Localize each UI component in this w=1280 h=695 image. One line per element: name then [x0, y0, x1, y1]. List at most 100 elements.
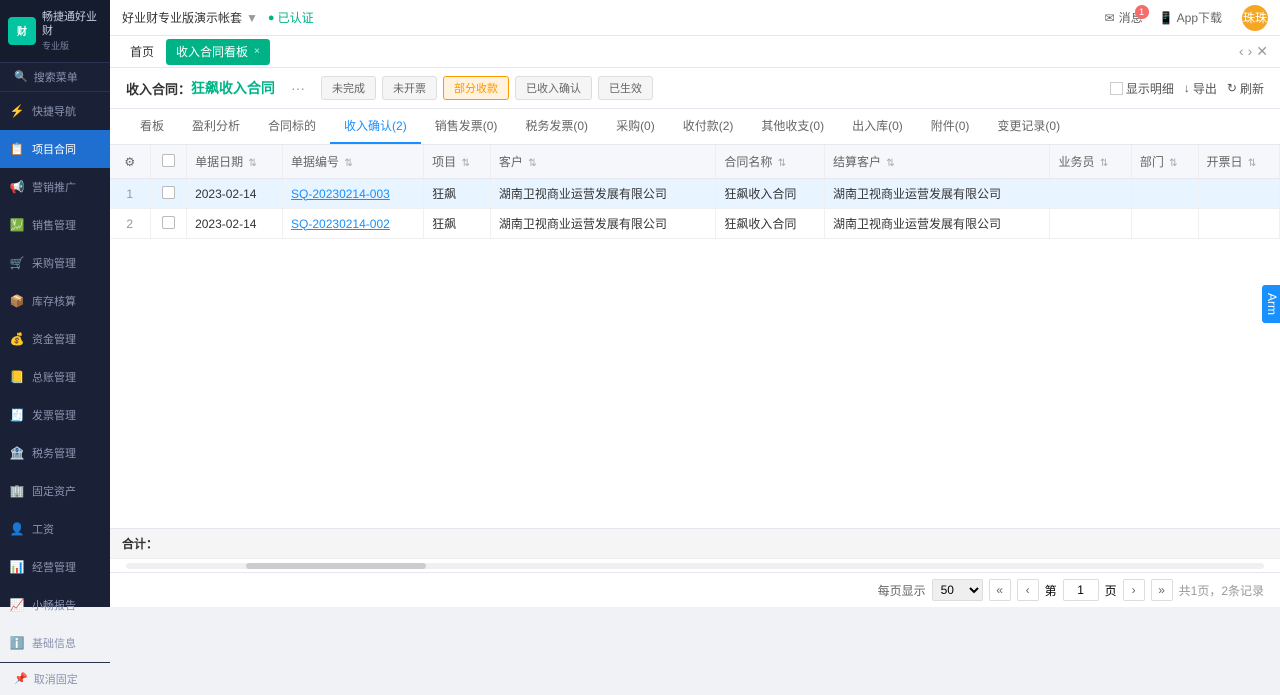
- tab-out-warehouse[interactable]: 出入库(0): [838, 109, 917, 144]
- status-not-invoiced[interactable]: 未开票: [382, 76, 437, 100]
- doc-number-link[interactable]: SQ-20230214-003: [291, 187, 390, 201]
- more-options-btn[interactable]: ···: [291, 80, 305, 96]
- current-page-input[interactable]: [1063, 579, 1099, 601]
- refresh-btn[interactable]: ↻ 刷新: [1227, 80, 1264, 97]
- doc-number-link[interactable]: SQ-20230214-002: [291, 217, 390, 231]
- search-menu[interactable]: 🔍 搜索菜单: [0, 63, 110, 92]
- scroll-thumb[interactable]: [246, 563, 426, 569]
- sidebar-item-label: 销售管理: [32, 217, 76, 233]
- project-col-header[interactable]: 项目 ⇅: [424, 145, 491, 179]
- department-col-header[interactable]: 部门 ⇅: [1131, 145, 1198, 179]
- tab-prev-btn[interactable]: ‹: [1239, 43, 1244, 60]
- tab-contract-standards[interactable]: 合同标的: [254, 109, 330, 144]
- checkbox-cell[interactable]: [150, 179, 187, 209]
- doc-number-cell[interactable]: SQ-20230214-003: [283, 179, 424, 209]
- company-selector[interactable]: 好业财专业版演示帐套 ▼: [122, 9, 258, 26]
- doc-date-col-header[interactable]: 单据日期 ⇅: [187, 145, 283, 179]
- sort-icon: ⇅: [344, 158, 352, 169]
- tab-other-receipt[interactable]: 其他收支(0): [747, 109, 838, 144]
- sidebar-item-basic-info[interactable]: ℹ️ 基础信息: [0, 624, 110, 662]
- cancel-pin-label: 取消固定: [34, 671, 78, 687]
- horizontal-scrollbar[interactable]: [110, 558, 1280, 572]
- tab-purchase[interactable]: 采购(0): [602, 109, 669, 144]
- sidebar-item-fixed-assets[interactable]: 🏢 固定资产: [0, 472, 110, 510]
- message-btn[interactable]: ✉ 1 消息: [1105, 9, 1143, 26]
- last-page-btn[interactable]: »: [1151, 579, 1173, 601]
- tab-income-confirm[interactable]: 收入确认(2): [330, 109, 421, 144]
- tab-nav-btns: ‹ › ✕: [1239, 43, 1268, 60]
- first-page-btn[interactable]: «: [989, 579, 1011, 601]
- doc-date2-cell: [1198, 209, 1279, 239]
- tab-tax-invoice[interactable]: 税务发票(0): [511, 109, 602, 144]
- sidebar-item-quick-nav[interactable]: ⚡ 快捷导航: [0, 92, 110, 130]
- table-row[interactable]: 2 2023-02-14 SQ-20230214-002 狂飙 湖南卫视商业运营…: [110, 209, 1280, 239]
- tab-next-btn[interactable]: ›: [1248, 43, 1253, 60]
- billing-customer-col-header[interactable]: 结算客户 ⇅: [824, 145, 1050, 179]
- status-effective[interactable]: 已生效: [598, 76, 653, 100]
- row-checkbox[interactable]: [162, 186, 175, 199]
- user-btn[interactable]: 珠珠: [1238, 5, 1268, 31]
- next-page-btn[interactable]: ›: [1123, 579, 1145, 601]
- tab-attachments[interactable]: 附件(0): [917, 109, 984, 144]
- per-page-select[interactable]: 20 50 100: [932, 579, 983, 601]
- doc-date-cell: 2023-02-14: [187, 179, 283, 209]
- hr-icon: 👤: [8, 520, 26, 538]
- sidebar-item-reports[interactable]: 📈 小畅报告: [0, 586, 110, 624]
- scroll-track[interactable]: [126, 563, 1264, 569]
- sidebar-item-operation[interactable]: 📊 经营管理: [0, 548, 110, 586]
- doc-date2-col-header[interactable]: 开票日 ⇅: [1198, 145, 1279, 179]
- customer-col-header[interactable]: 客户 ⇅: [490, 145, 716, 179]
- sidebar-item-hr[interactable]: 👤 工资: [0, 510, 110, 548]
- sidebar-item-tax[interactable]: 🏦 税务管理: [0, 434, 110, 472]
- sidebar-item-invoices[interactable]: 🧾 发票管理: [0, 396, 110, 434]
- select-all-checkbox[interactable]: [162, 154, 175, 167]
- cancel-pin-btn[interactable]: 📌 取消固定: [0, 663, 110, 695]
- tab-payment[interactable]: 收付款(2): [669, 109, 748, 144]
- sort-icon: ⇅: [528, 158, 536, 169]
- table-row[interactable]: 1 2023-02-14 SQ-20230214-003 狂飙 湖南卫视商业运营…: [110, 179, 1280, 209]
- doc-number-cell[interactable]: SQ-20230214-002: [283, 209, 424, 239]
- sidebar-item-general-ledger[interactable]: 📒 总账管理: [0, 358, 110, 396]
- department-cell: [1131, 179, 1198, 209]
- tab-sales-invoice[interactable]: 销售发票(0): [421, 109, 512, 144]
- tab-change-log[interactable]: 变更记录(0): [983, 109, 1074, 144]
- contract-name-col-header[interactable]: 合同名称 ⇅: [716, 145, 825, 179]
- sort-icon: ⇅: [248, 158, 256, 169]
- sidebar-item-funds[interactable]: 💰 资金管理: [0, 320, 110, 358]
- sidebar-item-purchase[interactable]: 🛒 采购管理: [0, 244, 110, 282]
- checkbox-col-header[interactable]: [150, 145, 187, 179]
- tab-home[interactable]: 首页: [122, 39, 162, 65]
- show-detail-btn[interactable]: 显示明细: [1110, 80, 1174, 97]
- status-confirmed[interactable]: 已收入确认: [515, 76, 592, 100]
- logo-sub: 专业版: [42, 39, 102, 52]
- app-download-btn[interactable]: 📱 App下载: [1159, 9, 1222, 26]
- tax-icon: 🏦: [8, 444, 26, 462]
- inner-tabs: 看板 盈利分析 合同标的 收入确认(2) 销售发票(0) 税务发票(0) 采购(…: [110, 109, 1280, 145]
- row-checkbox[interactable]: [162, 216, 175, 229]
- prev-page-btn[interactable]: ‹: [1017, 579, 1039, 601]
- sidebar-item-inventory[interactable]: 📦 库存核算: [0, 282, 110, 320]
- sidebar-item-sales[interactable]: 💹 销售管理: [0, 206, 110, 244]
- tab-profit-analysis[interactable]: 盈利分析: [178, 109, 254, 144]
- refresh-icon: ↻: [1227, 81, 1237, 95]
- tab-close-icon[interactable]: ×: [254, 46, 260, 57]
- checkbox-cell[interactable]: [150, 209, 187, 239]
- salesperson-col-header[interactable]: 业务员 ⇅: [1050, 145, 1131, 179]
- doc-number-col-header[interactable]: 单据编号 ⇅: [283, 145, 424, 179]
- sidebar-item-marketing[interactable]: 📢 营销推广: [0, 168, 110, 206]
- show-detail-checkbox[interactable]: [1110, 82, 1123, 95]
- general-ledger-icon: 📒: [8, 368, 26, 386]
- sidebar-item-project-contract[interactable]: 📋 项目合同: [0, 130, 110, 168]
- status-partial-received[interactable]: 部分收款: [443, 76, 509, 100]
- status-not-complete[interactable]: 未完成: [321, 76, 376, 100]
- export-btn[interactable]: ↓ 导出: [1184, 80, 1217, 97]
- tab-close-all-btn[interactable]: ✕: [1256, 43, 1268, 60]
- funds-icon: 💰: [8, 330, 26, 348]
- topbar: 好业财专业版演示帐套 ▼ 已认证 ✉ 1 消息 📱 App下载 珠珠: [110, 0, 1280, 36]
- tab-income-contract[interactable]: 收入合同看板 ×: [166, 39, 270, 65]
- right-float-btn[interactable]: Arm: [1262, 285, 1280, 323]
- customer-cell: 湖南卫视商业运营发展有限公司: [490, 209, 716, 239]
- tab-kanban[interactable]: 看板: [126, 109, 178, 144]
- settings-col-header[interactable]: ⚙: [110, 145, 150, 179]
- company-dropdown-arrow: ▼: [246, 11, 258, 25]
